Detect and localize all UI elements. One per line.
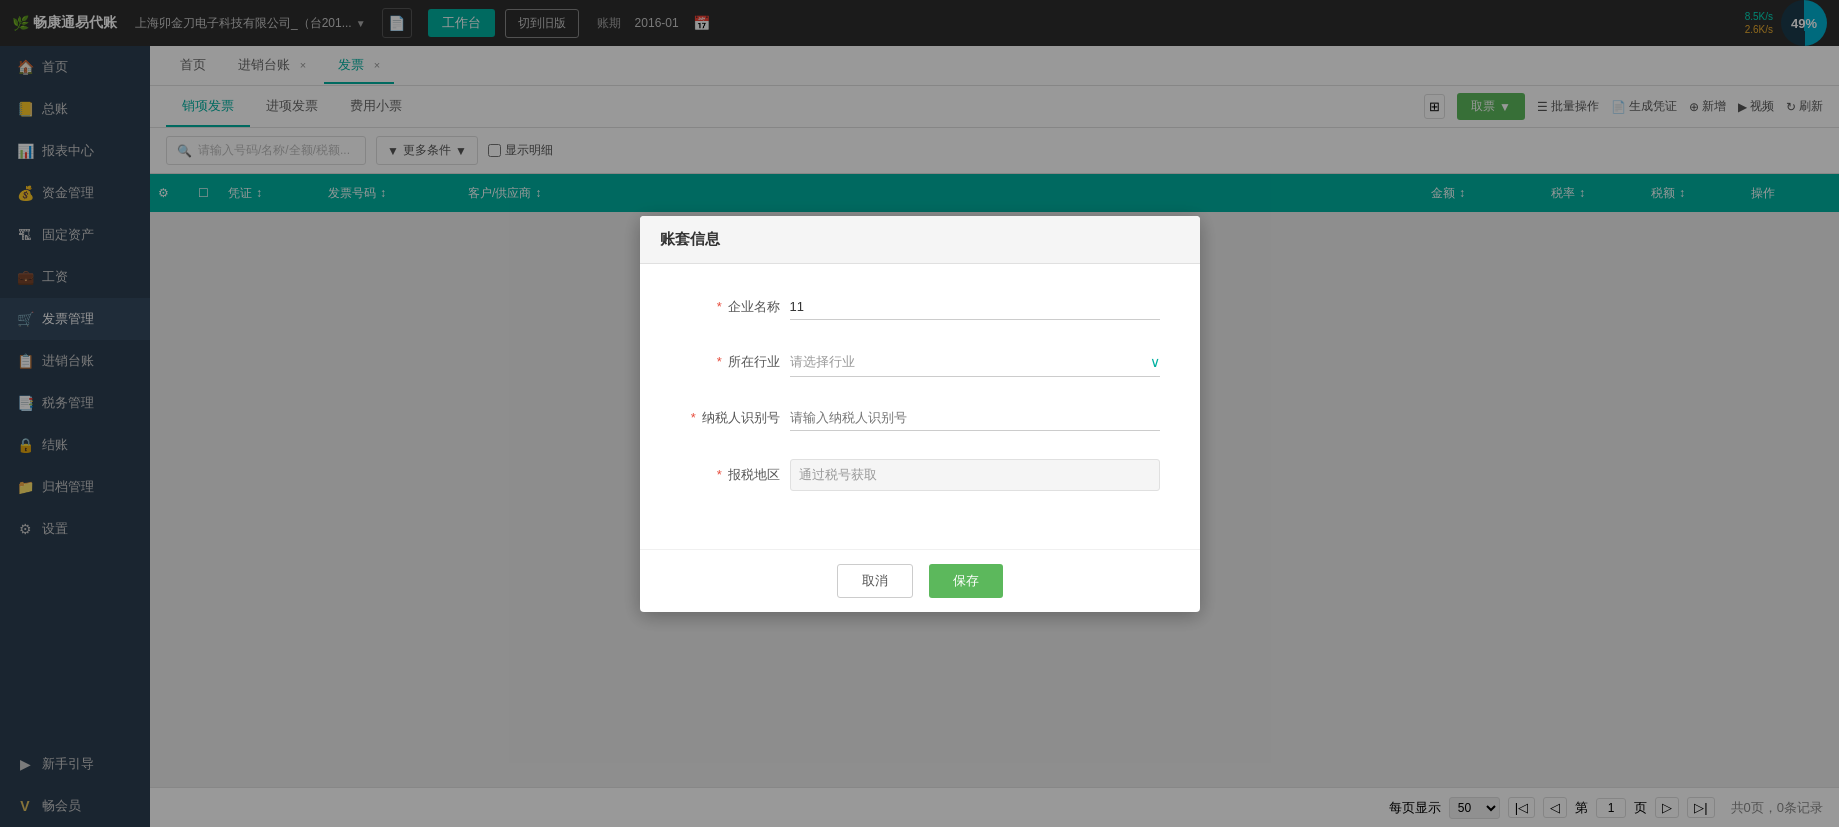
input-tax-id[interactable] [790,405,1160,431]
account-info-modal: 账套信息 * 企业名称 * 所在行业 请选择行业 ∨ [640,216,1200,612]
form-row-industry: * 所在行业 请选择行业 ∨ [680,348,1160,377]
save-button[interactable]: 保存 [929,564,1003,598]
label-company-name: * 企业名称 [680,298,790,316]
form-row-tax-id: * 纳税人识别号 [680,405,1160,431]
select-industry[interactable]: 请选择行业 ∨ [790,348,1160,377]
label-tax-region: * 报税地区 [680,466,790,484]
label-industry: * 所在行业 [680,353,790,371]
cancel-button[interactable]: 取消 [837,564,913,598]
form-row-tax-region: * 报税地区 通过税号获取 [680,459,1160,491]
modal-overlay[interactable]: 账套信息 * 企业名称 * 所在行业 请选择行业 ∨ [0,0,1839,827]
input-company-name[interactable] [790,294,1160,320]
modal-title: 账套信息 [640,216,1200,264]
form-row-company-name: * 企业名称 [680,294,1160,320]
modal-body: * 企业名称 * 所在行业 请选择行业 ∨ * [640,264,1200,549]
select-industry-arrow: ∨ [1150,354,1160,370]
tax-region-display: 通过税号获取 [790,459,1160,491]
modal-footer: 取消 保存 [640,549,1200,612]
label-tax-id: * 纳税人识别号 [680,409,790,427]
select-industry-placeholder: 请选择行业 [790,353,1150,371]
